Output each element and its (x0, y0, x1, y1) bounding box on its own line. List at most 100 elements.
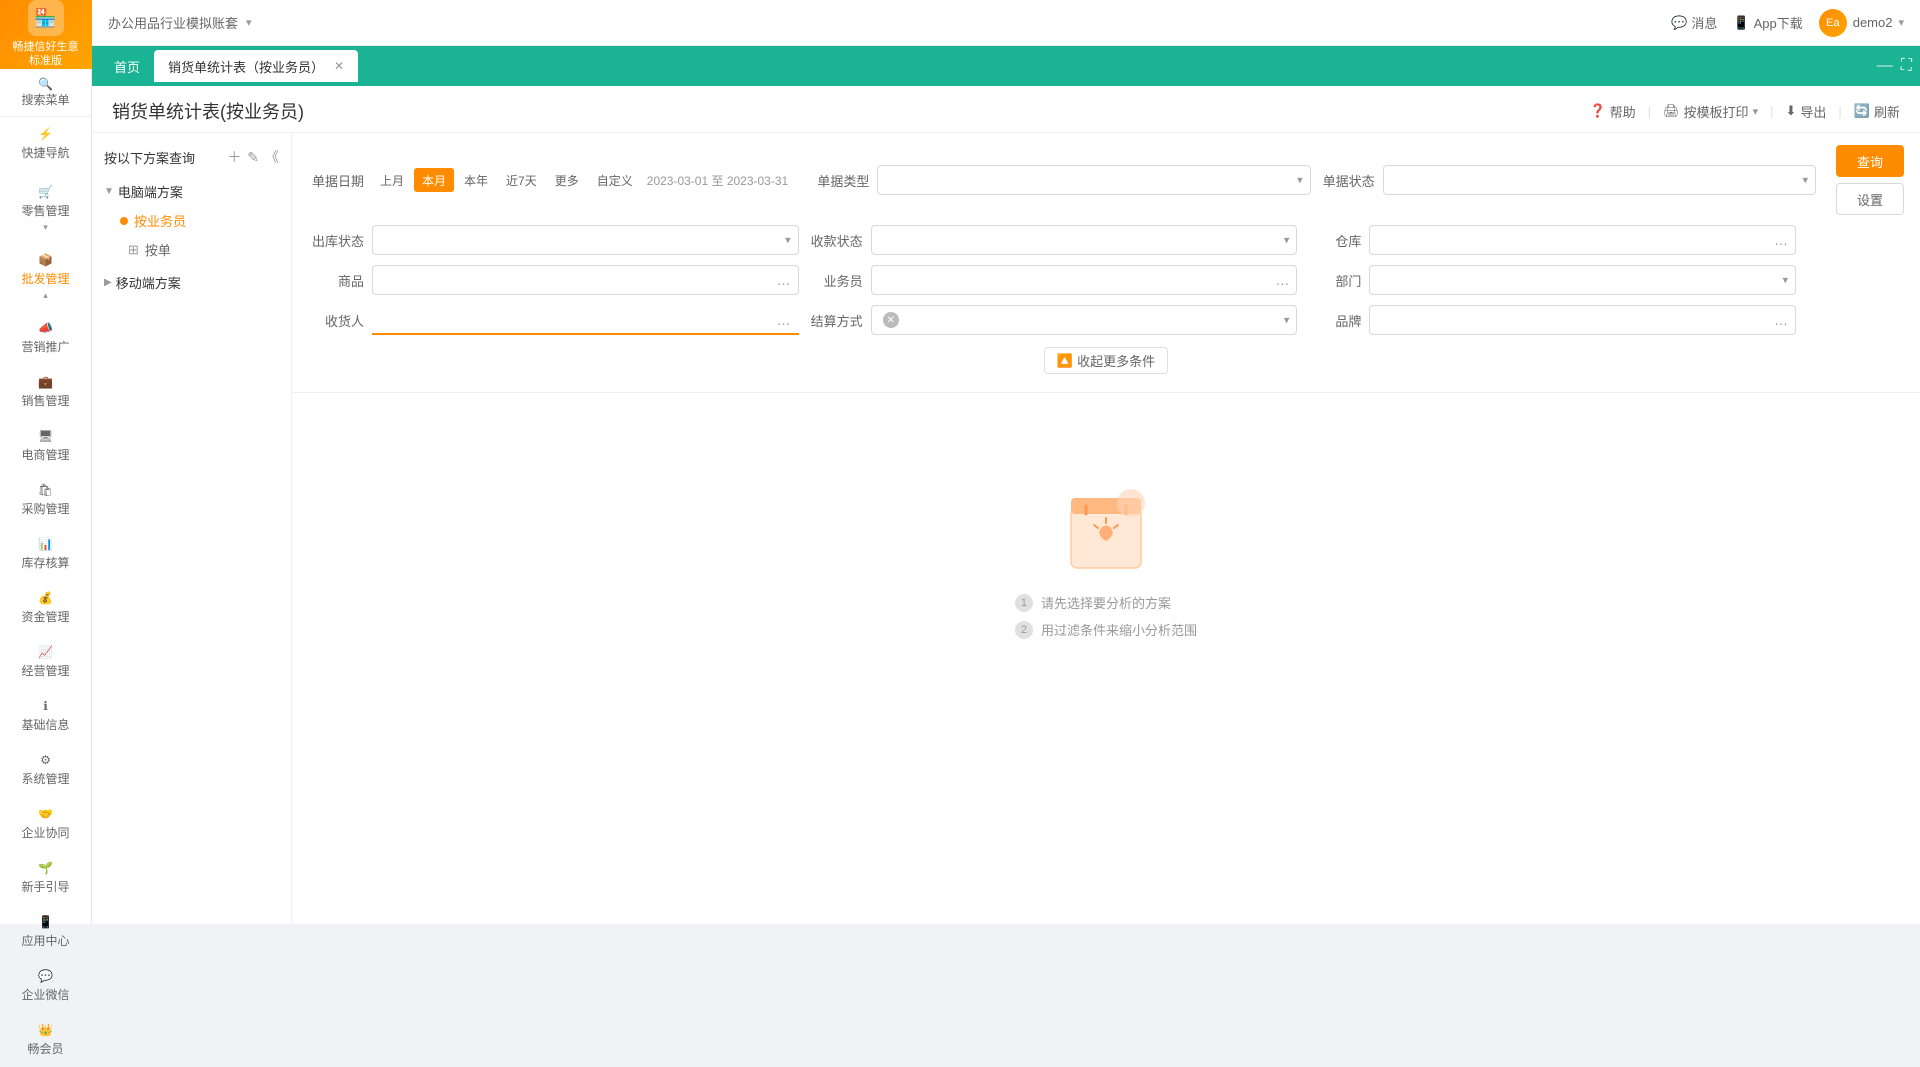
settings-button[interactable]: 设置 (1836, 183, 1904, 215)
collect-status-select[interactable] (871, 225, 1298, 255)
salesman-wrap: … (871, 265, 1298, 295)
marketing-icon: 📣 (38, 321, 53, 335)
tab-home[interactable]: 首页 (100, 50, 154, 82)
salesman-input[interactable] (871, 265, 1298, 295)
tab-sales-stat[interactable]: 销货单统计表（按业务员） ✕ (154, 50, 358, 82)
consignee-dots[interactable]: … (777, 312, 791, 328)
filter-field-goods: 商品 … (308, 265, 799, 295)
query-button[interactable]: 查询 (1836, 145, 1904, 177)
sidebar-item-newbie[interactable]: 🌱 新手引导 (0, 851, 91, 905)
goods-wrap: … (372, 265, 799, 295)
goods-input[interactable] (372, 265, 799, 295)
filter-field-date: 单据日期 上月 本月 本年 近7天 更多 自定义 2023-03-01 至 20… (308, 168, 805, 192)
sidebar-item-finance[interactable]: 💰 资金管理 (0, 581, 91, 635)
doc-status-select[interactable] (1383, 165, 1816, 195)
sidebar-item-wholesale[interactable]: 📦 批发管理 ▴ (0, 243, 91, 311)
brand-wrap: … (1369, 305, 1796, 335)
export-icon: ⬇ (1785, 103, 1796, 119)
filter-field-consignee: 收货人 … (308, 305, 799, 335)
collapse-row: 🔼 收起更多条件 (308, 341, 1904, 380)
scheme-add-icon[interactable]: ＋ (227, 147, 241, 167)
scheme-group-mobile-title[interactable]: ▶ 移动端方案 (92, 268, 291, 297)
user-menu[interactable]: Ea demo2 ▾ (1819, 9, 1904, 37)
consignee-input[interactable] (372, 305, 799, 335)
sidebar-item-quicknav[interactable]: ⚡ 快捷导航 (0, 117, 91, 171)
date-btn-this-year[interactable]: 本年 (456, 168, 496, 192)
tab-close-icon[interactable]: ✕ (334, 59, 344, 73)
sidebar-item-sales[interactable]: 💼 销售管理 (0, 365, 91, 419)
brand-input[interactable] (1369, 305, 1796, 335)
refresh-button[interactable]: 🔄 刷新 (1854, 102, 1900, 121)
sidebar-item-system[interactable]: ⚙ 系统管理 (0, 743, 91, 797)
operation-icon: 📈 (38, 645, 53, 659)
wholesale-icon: 📦 (38, 253, 53, 267)
help-button[interactable]: ❓ 帮助 (1589, 102, 1635, 121)
date-btn-custom[interactable]: 自定义 (589, 168, 641, 192)
chevron-down-icon: ▾ (43, 222, 48, 233)
scheme-item-order[interactable]: ⊞ 按单 (92, 235, 291, 264)
scheme-item-salesman[interactable]: 按业务员 (92, 206, 291, 235)
doc-status-wrap: ▾ (1383, 165, 1816, 195)
date-btn-this-month[interactable]: 本月 (414, 168, 454, 192)
template-print-button[interactable]: 🖨 按模板打印 ▾ (1663, 102, 1758, 121)
date-btn-last-month[interactable]: 上月 (372, 168, 412, 192)
download-icon: 📱 (1733, 15, 1749, 31)
scheme-edit-icon[interactable]: ✎ (247, 149, 259, 166)
scheme-panel-header: 按以下方案查询 ＋ ✎ 《 (92, 141, 291, 173)
export-button[interactable]: ⬇ 导出 (1785, 102, 1826, 121)
scheme-group-desktop: ▼ 电脑端方案 按业务员 ⊞ 按单 (92, 177, 291, 264)
warehouse-dots[interactable]: … (1774, 232, 1788, 248)
user-dropdown-icon: ▾ (1898, 16, 1904, 29)
filter-field-out-status: 出库状态 ▾ (308, 225, 799, 255)
scheme-panel-icons: ＋ ✎ 《 (227, 147, 279, 167)
app-download-action[interactable]: 📱 App下载 (1733, 13, 1802, 32)
scheme-collapse-icon[interactable]: 《 (265, 147, 279, 167)
settle-wrap: ✕ ▾ (871, 305, 1298, 335)
logo-text: 畅捷信好生意 标准版 (13, 40, 79, 69)
sidebar-item-marketing[interactable]: 📣 营销推广 (0, 311, 91, 365)
chevron-up-icon: ▴ (43, 290, 48, 301)
sidebar-item-coop[interactable]: 🤝 企业协同 (0, 797, 91, 851)
empty-state-icon (1046, 473, 1166, 573)
date-btn-more[interactable]: 更多 (547, 168, 587, 192)
retail-icon: 🛒 (38, 185, 53, 199)
sidebar-item-appstore[interactable]: 📱 应用中心 (0, 905, 91, 959)
doc-type-wrap: ▾ (877, 165, 1310, 195)
salesman-dots[interactable]: … (1275, 272, 1289, 288)
settle-select[interactable] (871, 305, 1298, 335)
sidebar-item-operation[interactable]: 📈 经营管理 (0, 635, 91, 689)
date-btn-7days[interactable]: 近7天 (498, 168, 545, 192)
filter-section: 单据日期 上月 本月 本年 近7天 更多 自定义 2023-03-01 至 20… (292, 133, 1920, 393)
out-status-select[interactable] (372, 225, 799, 255)
sidebar-item-purchase[interactable]: 🛍 采购管理 (0, 473, 91, 527)
message-action[interactable]: 💬 消息 (1671, 13, 1717, 32)
app-logo[interactable]: 🏪 畅捷信好生意 标准版 (0, 0, 92, 69)
collapse-button[interactable]: 🔼 收起更多条件 (1044, 347, 1168, 374)
settle-clear-icon[interactable]: ✕ (883, 312, 899, 328)
sidebar-item-ecommerce[interactable]: 🖥 电商管理 (0, 419, 91, 473)
sidebar-item-basic[interactable]: ℹ 基础信息 (0, 689, 91, 743)
goods-dots[interactable]: … (777, 272, 791, 288)
scheme-group-desktop-title[interactable]: ▼ 电脑端方案 (92, 177, 291, 206)
brand-dots[interactable]: … (1774, 312, 1788, 328)
sidebar-item-vip[interactable]: 👑 畅会员 (0, 1013, 91, 1067)
page-title: 销货单统计表(按业务员) (112, 98, 304, 124)
message-icon: 💬 (1671, 15, 1687, 31)
settle-selected-tag: ✕ (879, 312, 899, 328)
search-menu[interactable]: 🔍 搜索菜单 (0, 69, 91, 117)
header-breadcrumb-area: 办公用品行业模拟账套 ▾ (108, 13, 252, 32)
sidebar-item-inventory[interactable]: 📊 库存核算 (0, 527, 91, 581)
filter-field-brand: 品牌 … (1305, 305, 1796, 335)
sales-icon: 💼 (38, 375, 53, 389)
breadcrumb-dropdown-icon[interactable]: ▾ (246, 16, 252, 29)
dept-select[interactable] (1369, 265, 1796, 295)
active-dot (120, 217, 128, 225)
filter-row-2: 出库状态 ▾ 收款状态 (308, 225, 1904, 255)
collect-status-wrap: ▾ (871, 225, 1298, 255)
tab-maximize-icon[interactable]: ⛶ (1901, 57, 1912, 75)
tab-minimize-icon[interactable]: — (1877, 57, 1893, 75)
warehouse-input[interactable] (1369, 225, 1796, 255)
sidebar-item-wechat[interactable]: 💬 企业微信 (0, 959, 91, 1013)
sidebar-item-retail[interactable]: 🛒 零售管理 ▾ (0, 175, 91, 243)
doc-type-select[interactable] (877, 165, 1310, 195)
